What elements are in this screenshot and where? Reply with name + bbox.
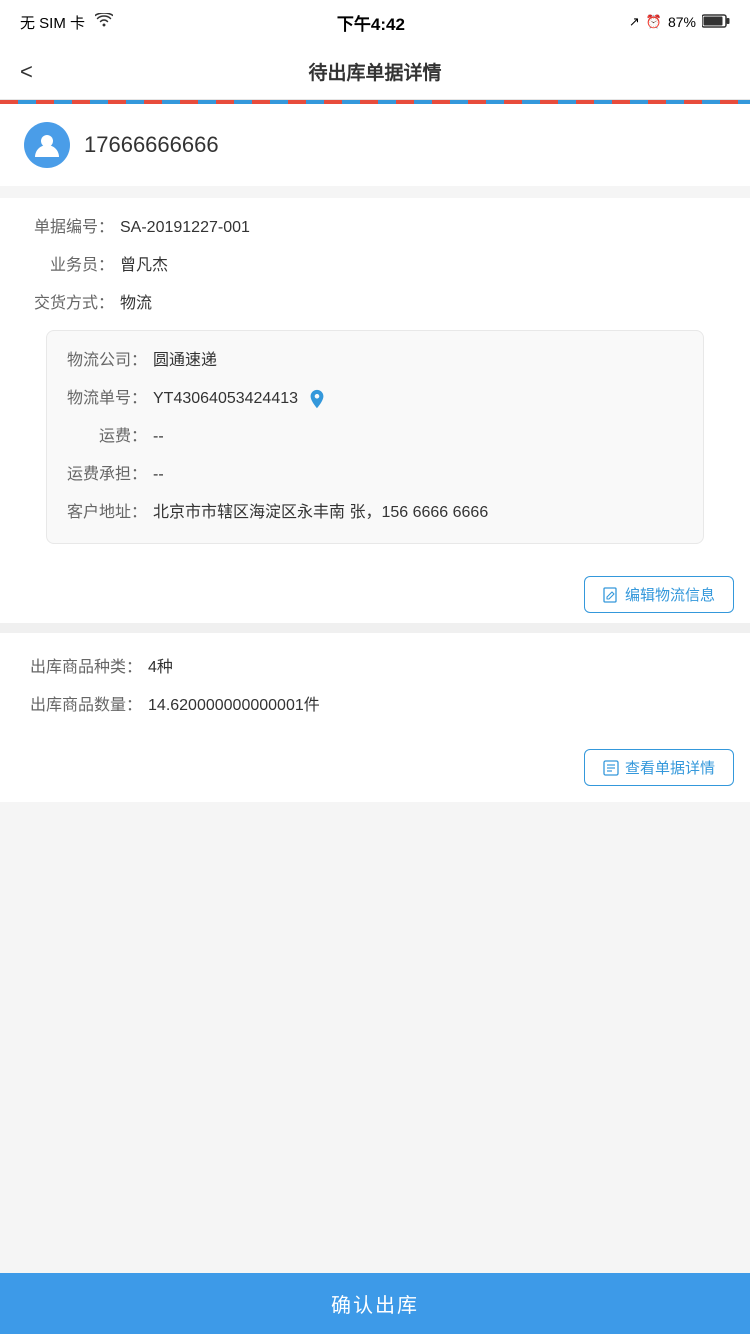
spacer [0, 802, 750, 1042]
confirm-btn-text: 确认出库 [331, 1289, 419, 1318]
salesman-label: 业务员： [30, 254, 120, 278]
delivery-row: 交货方式： 物流 [30, 292, 720, 316]
edit-icon [603, 587, 619, 603]
logistics-company-label: 物流公司： [63, 349, 153, 373]
nav-bar: < 待出库单据详情 [0, 44, 750, 100]
customer-phone: 17666666666 [84, 132, 219, 158]
address-label: 客户地址： [63, 501, 153, 525]
status-time: 下午4:42 [337, 10, 405, 35]
page-title: 待出库单据详情 [308, 58, 441, 85]
stock-qty-row: 出库商品数量： 14.620000000000001件 [30, 691, 720, 715]
wifi-icon [95, 13, 113, 31]
stock-qty-label: 出库商品数量： [30, 691, 148, 715]
freight-bearer-label: 运费承担： [63, 463, 153, 487]
logistics-company-value: 圆通速递 [153, 349, 687, 373]
edit-logistics-label: 编辑物流信息 [625, 584, 715, 605]
status-right: ↗ ⏰ 87% [629, 14, 730, 31]
status-bar: 无 SIM 卡 下午4:42 ↗ ⏰ 87% [0, 0, 750, 44]
order-info-section: 单据编号： SA-20191227-001 业务员： 曾凡杰 交货方式： 物流 … [0, 198, 750, 562]
delivery-label: 交货方式： [30, 292, 120, 316]
freight-bearer-row: 运费承担： -- [63, 463, 687, 487]
stock-kinds-value: 4种 [148, 653, 173, 677]
order-no-row: 单据编号： SA-20191227-001 [30, 216, 720, 240]
customer-header: 17666666666 [0, 104, 750, 186]
view-detail-btn-row: 查看单据详情 [0, 735, 750, 802]
view-detail-button[interactable]: 查看单据详情 [584, 749, 734, 786]
delivery-value: 物流 [120, 292, 720, 316]
carrier-text: 无 SIM 卡 [20, 12, 85, 33]
logistics-trackno-row: 物流单号： YT43064053424413 [63, 387, 687, 411]
edit-btn-row: 编辑物流信息 [0, 562, 750, 623]
address-row: 客户地址： 北京市市辖区海淀区永丰南 张，156 6666 6666 [63, 501, 687, 525]
battery-icon [702, 14, 730, 31]
freight-bearer-value: -- [153, 463, 687, 487]
logistics-card: 物流公司： 圆通速递 物流单号： YT43064053424413 运费： --… [46, 330, 704, 544]
freight-value: -- [153, 425, 687, 449]
freight-label: 运费： [63, 425, 153, 449]
view-detail-label: 查看单据详情 [625, 757, 715, 778]
confirm-btn-container[interactable]: 确认出库 [0, 1273, 750, 1334]
alarm-status-icon: ⏰ [646, 14, 662, 30]
status-left: 无 SIM 卡 [20, 12, 113, 33]
logistics-company-row: 物流公司： 圆通速递 [63, 349, 687, 373]
stock-kinds-row: 出库商品种类： 4种 [30, 653, 720, 677]
freight-row: 运费： -- [63, 425, 687, 449]
order-no-label: 单据编号： [30, 216, 120, 240]
avatar [24, 122, 70, 168]
salesman-value: 曾凡杰 [120, 254, 720, 278]
salesman-row: 业务员： 曾凡杰 [30, 254, 720, 278]
stock-kinds-label: 出库商品种类： [30, 653, 148, 677]
logistics-trackno-value: YT43064053424413 [153, 387, 687, 411]
detail-icon [603, 760, 619, 776]
address-value: 北京市市辖区海淀区永丰南 张，156 6666 6666 [153, 501, 687, 525]
edit-logistics-button[interactable]: 编辑物流信息 [584, 576, 734, 613]
separator-1 [0, 623, 750, 633]
track-location-icon[interactable] [306, 388, 328, 410]
stock-section: 出库商品种类： 4种 出库商品数量： 14.620000000000001件 [0, 633, 750, 735]
battery-text: 87% [668, 14, 696, 30]
location-status-icon: ↗ [629, 14, 640, 30]
logistics-trackno-label: 物流单号： [63, 387, 153, 411]
back-button[interactable]: < [20, 51, 41, 93]
order-no-value: SA-20191227-001 [120, 216, 720, 240]
stock-qty-value: 14.620000000000001件 [148, 691, 320, 715]
